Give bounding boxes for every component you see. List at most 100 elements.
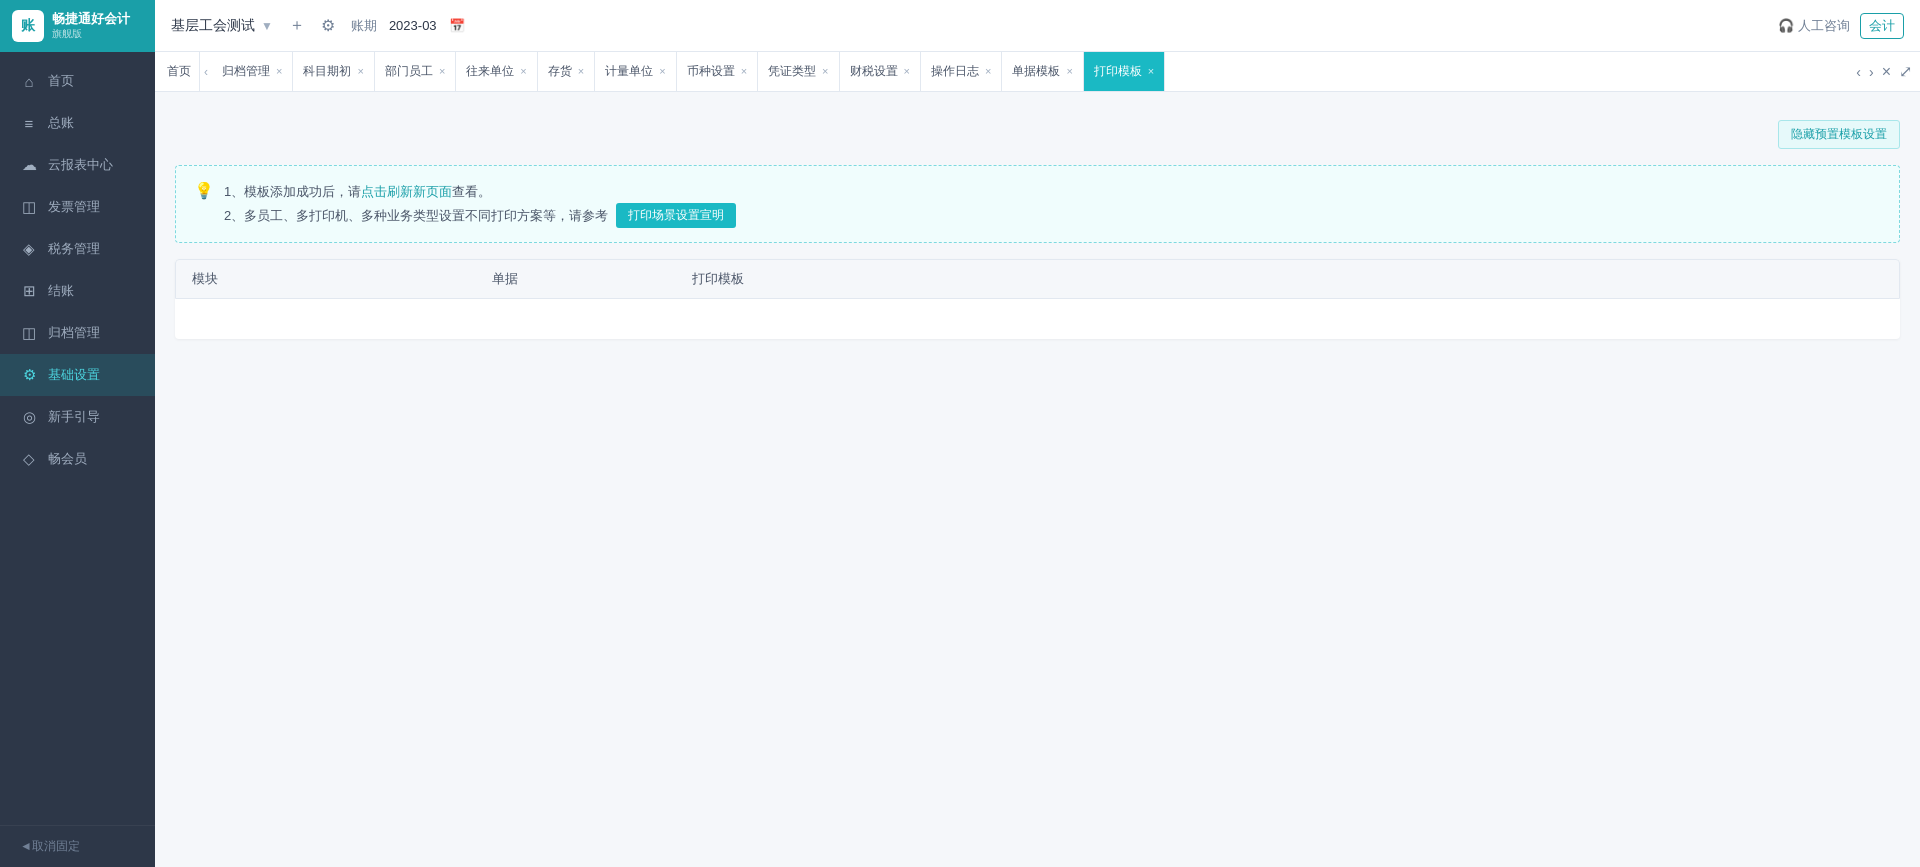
tab-voucher[interactable]: 凭证类型 × [758, 52, 839, 91]
topbar-actions: ＋ ⚙ [285, 11, 339, 40]
tab-tax-label: 财税设置 [850, 63, 898, 80]
reports-icon: ☁ [20, 156, 38, 174]
tab-currency-label: 币种设置 [687, 63, 735, 80]
chevron-down-icon: ▼ [261, 19, 273, 33]
sidebar-label-tax: 税务管理 [48, 240, 100, 258]
sidebar-label-vip: 畅会员 [48, 450, 87, 468]
col-template: 打印模板 [676, 260, 1899, 298]
table-body-empty [175, 299, 1900, 339]
tab-tax[interactable]: 财税设置 × [840, 52, 921, 91]
tab-oplog[interactable]: 操作日志 × [921, 52, 1002, 91]
explain-button[interactable]: 打印场景设置宣明 [616, 203, 736, 228]
tab-dept-close[interactable]: × [439, 66, 445, 77]
tab-voucher-close[interactable]: × [822, 66, 828, 77]
support-button[interactable]: 🎧 人工咨询 [1778, 17, 1850, 35]
hide-template-button[interactable]: 隐藏预置模板设置 [1778, 120, 1900, 149]
tab-oplog-close[interactable]: × [985, 66, 991, 77]
settings-button[interactable]: ⚙ [317, 12, 339, 39]
tab-subject[interactable]: 科目期初 × [293, 52, 374, 91]
tab-expand-button[interactable]: ⤢ [1895, 62, 1916, 81]
notice-line1-suffix: 查看。 [452, 184, 491, 199]
unpin-label: ◄取消固定 [20, 838, 80, 855]
tab-archive-close[interactable]: × [276, 66, 282, 77]
sidebar-item-invoice[interactable]: ◫ 发票管理 [0, 186, 155, 228]
app-title: 畅捷通好会计 [52, 11, 130, 27]
tab-unit[interactable]: 计量单位 × [595, 52, 676, 91]
col-module: 模块 [176, 260, 476, 298]
archive-icon: ◫ [20, 324, 38, 342]
tab-singledoc-close[interactable]: × [1066, 66, 1072, 77]
support-label: 人工咨询 [1798, 17, 1850, 35]
close-period-icon: ⊞ [20, 282, 38, 300]
logo-text: 畅捷通好会计 旗舰版 [52, 11, 130, 41]
tab-unit-label: 计量单位 [605, 63, 653, 80]
tab-home-label: 首页 [167, 63, 191, 80]
tab-scroll-right-button[interactable]: › [1865, 52, 1878, 91]
topbar: 基层工会测试 ▼ ＋ ⚙ 账期 2023-03 📅 🎧 人工咨询 会计 [155, 0, 1920, 52]
logo-icon: 账 [12, 10, 44, 42]
notice-line2-prefix: 2、多员工、多打印机、多种业务类型设置不同打印方案等，请参考 [224, 204, 608, 227]
period-value: 2023-03 [389, 18, 437, 33]
sidebar-item-vip[interactable]: ◇ 畅会员 [0, 438, 155, 480]
vip-icon: ◇ [20, 450, 38, 468]
col-doc: 单据 [476, 260, 676, 298]
home-icon: ⌂ [20, 73, 38, 90]
sidebar-item-ledger[interactable]: ≡ 总账 [0, 102, 155, 144]
tab-inventory-label: 存货 [548, 63, 572, 80]
tab-home[interactable]: 首页 [159, 52, 200, 91]
tab-dept-label: 部门员工 [385, 63, 433, 80]
sidebar-label-invoice: 发票管理 [48, 198, 100, 216]
content-area: 隐藏预置模板设置 💡 1、模板添加成功后，请点击刷新新页面查看。 2、多员工、多… [155, 92, 1920, 867]
sidebar: 账 畅捷通好会计 旗舰版 ⌂ 首页 ≡ 总账 ☁ 云报表中心 ◫ 发票管理 ◈ … [0, 0, 155, 867]
app-edition: 旗舰版 [52, 27, 130, 41]
sidebar-item-tax[interactable]: ◈ 税务管理 [0, 228, 155, 270]
tab-subject-label: 科目期初 [303, 63, 351, 80]
topbar-right: 🎧 人工咨询 会计 [1778, 13, 1904, 39]
org-selector[interactable]: 基层工会测试 ▼ [171, 17, 273, 35]
notice-line2: 2、多员工、多打印机、多种业务类型设置不同打印方案等，请参考 打印场景设置宣明 [224, 203, 736, 228]
tab-supplier[interactable]: 往来单位 × [456, 52, 537, 91]
sidebar-item-close[interactable]: ⊞ 结账 [0, 270, 155, 312]
tab-supplier-close[interactable]: × [520, 66, 526, 77]
notice-text: 1、模板添加成功后，请点击刷新新页面查看。 2、多员工、多打印机、多种业务类型设… [224, 180, 736, 228]
sidebar-item-home[interactable]: ⌂ 首页 [0, 60, 155, 102]
tab-singledoc-label: 单据模板 [1012, 63, 1060, 80]
tab-archive[interactable]: 归档管理 × [212, 52, 293, 91]
sidebar-item-reports[interactable]: ☁ 云报表中心 [0, 144, 155, 186]
sidebar-nav: ⌂ 首页 ≡ 总账 ☁ 云报表中心 ◫ 发票管理 ◈ 税务管理 ⊞ 结账 ◫ 归… [0, 52, 155, 825]
sidebar-item-archive[interactable]: ◫ 归档管理 [0, 312, 155, 354]
tabbar: 首页 ‹ 归档管理 × 科目期初 × 部门员工 × 往来单位 × 存货 × 计量… [155, 52, 1920, 92]
tab-printtemplate-close[interactable]: × [1148, 66, 1154, 77]
tab-tax-close[interactable]: × [904, 66, 910, 77]
sidebar-label-settings: 基础设置 [48, 366, 100, 384]
period-label: 账期 [351, 17, 377, 35]
tab-inventory[interactable]: 存货 × [538, 52, 595, 91]
tab-voucher-label: 凭证类型 [768, 63, 816, 80]
tab-scroll-left-button[interactable]: ‹ [1852, 52, 1865, 91]
tab-prev-button[interactable]: ‹ [200, 65, 212, 79]
tax-icon: ◈ [20, 240, 38, 258]
unpin-button[interactable]: ◄取消固定 [0, 825, 155, 867]
notice-box: 💡 1、模板添加成功后，请点击刷新新页面查看。 2、多员工、多打印机、多种业务类… [175, 165, 1900, 243]
notice-refresh-link[interactable]: 点击刷新新页面 [361, 184, 452, 199]
tab-subject-close[interactable]: × [357, 66, 363, 77]
tab-currency-close[interactable]: × [741, 66, 747, 77]
sidebar-item-guide[interactable]: ◎ 新手引导 [0, 396, 155, 438]
sidebar-label-ledger: 总账 [48, 114, 74, 132]
calendar-icon[interactable]: 📅 [449, 18, 465, 33]
tab-inventory-close[interactable]: × [578, 66, 584, 77]
tab-unit-close[interactable]: × [659, 66, 665, 77]
tab-close-all-button[interactable]: × [1878, 63, 1895, 81]
tab-oplog-label: 操作日志 [931, 63, 979, 80]
add-tab-button[interactable]: ＋ [285, 11, 309, 40]
sidebar-logo: 账 畅捷通好会计 旗舰版 [0, 0, 155, 52]
sidebar-item-settings[interactable]: ⚙ 基础设置 [0, 354, 155, 396]
sidebar-label-home: 首页 [48, 72, 74, 90]
tab-dept[interactable]: 部门员工 × [375, 52, 456, 91]
tab-printtemplate[interactable]: 打印模板 × [1084, 52, 1165, 91]
tab-singledoc[interactable]: 单据模板 × [1002, 52, 1083, 91]
role-badge[interactable]: 会计 [1860, 13, 1904, 39]
sidebar-label-guide: 新手引导 [48, 408, 100, 426]
tab-currency[interactable]: 币种设置 × [677, 52, 758, 91]
main-area: 基层工会测试 ▼ ＋ ⚙ 账期 2023-03 📅 🎧 人工咨询 会计 首页 ‹… [155, 0, 1920, 867]
